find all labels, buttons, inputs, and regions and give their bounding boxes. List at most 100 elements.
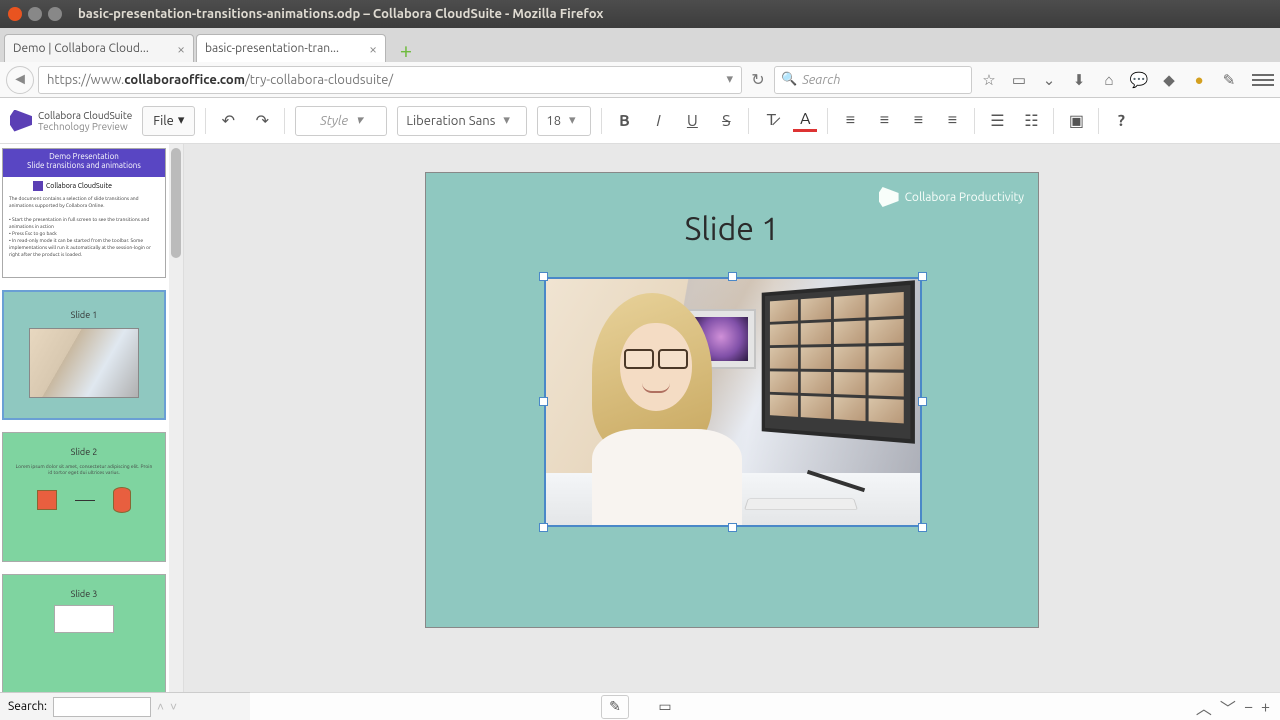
bullet-list-button[interactable]: ☰: [985, 109, 1009, 133]
font-size-combo[interactable]: 18 ▾: [537, 106, 591, 136]
clear-format-button[interactable]: T̷: [759, 109, 783, 133]
main-area: Demo Presentation Slide transitions and …: [0, 144, 1280, 692]
addon3-icon[interactable]: ✎: [1220, 71, 1238, 89]
pocket-icon[interactable]: ⌄: [1040, 71, 1058, 89]
slide-thumbnail-3[interactable]: Slide 2 Lorem ipsum dolor sit amet, cons…: [2, 432, 166, 562]
thumb4-image: [54, 605, 114, 633]
bold-button[interactable]: B: [612, 109, 636, 133]
address-bar[interactable]: https://www.collaboraoffice.com/try-coll…: [38, 66, 742, 94]
chevron-down-icon: ▾: [503, 113, 510, 128]
separator: [974, 108, 975, 134]
window-maximize-button[interactable]: [48, 7, 62, 21]
slide-canvas[interactable]: Collabora Productivity Slide 1: [184, 144, 1280, 692]
url-host: collaboraoffice.com: [124, 73, 245, 87]
find-next-button[interactable]: ˅: [170, 700, 177, 714]
chevron-down-icon: ▾: [178, 113, 185, 128]
separator: [1098, 108, 1099, 134]
find-input[interactable]: [53, 697, 151, 717]
slide-thumbnail-4[interactable]: Slide 3: [2, 574, 166, 692]
chevron-down-icon: ▾: [356, 113, 363, 128]
resize-handle-s[interactable]: [728, 523, 737, 532]
resize-handle-w[interactable]: [539, 397, 548, 406]
style-combo[interactable]: Style ▾: [295, 106, 387, 136]
new-tab-button[interactable]: +: [394, 38, 418, 62]
tab-label: basic-presentation-tran...: [205, 42, 363, 55]
zoom-in-button[interactable]: +: [1261, 698, 1270, 716]
separator: [827, 108, 828, 134]
close-tab-icon[interactable]: ×: [369, 41, 377, 57]
scroll-down-button[interactable]: ﹀: [1220, 695, 1236, 719]
url-dropdown-icon[interactable]: ▾: [726, 72, 733, 87]
resize-handle-ne[interactable]: [918, 272, 927, 281]
image-content: [544, 277, 922, 527]
presentation-button[interactable]: ▭: [651, 695, 679, 719]
window-close-button[interactable]: [8, 7, 22, 21]
file-menu-button[interactable]: File ▾: [142, 106, 195, 136]
thumb2-image: [29, 328, 139, 398]
edit-mode-button[interactable]: ✎: [601, 695, 629, 719]
zoom-out-button[interactable]: −: [1244, 698, 1253, 716]
thumb2-title: Slide 1: [71, 310, 98, 320]
reload-button[interactable]: ↻: [746, 70, 770, 89]
scroll-up-button[interactable]: ︿: [1196, 695, 1212, 719]
slide-thumbnail-1[interactable]: Demo Presentation Slide transitions and …: [2, 148, 166, 278]
slide-panel-scrollbar[interactable]: [169, 144, 183, 692]
search-box[interactable]: 🔍 Search: [774, 66, 972, 94]
number-list-button[interactable]: ☷: [1019, 109, 1043, 133]
underline-button[interactable]: U: [680, 109, 704, 133]
font-color-button[interactable]: A: [793, 110, 817, 132]
align-center-button[interactable]: ≡: [872, 109, 896, 133]
logo-text-top: Collabora CloudSuite: [38, 110, 132, 121]
help-button[interactable]: ?: [1109, 109, 1133, 133]
chevron-down-icon: ▾: [569, 113, 576, 128]
strikethrough-button[interactable]: S: [714, 109, 738, 133]
separator: [284, 108, 285, 134]
slide-title: Slide 1: [426, 211, 1038, 247]
window-title: basic-presentation-transitions-animation…: [78, 7, 603, 21]
chat-icon[interactable]: 💬: [1130, 71, 1148, 89]
browser-tab-presentation[interactable]: basic-presentation-tran... ×: [196, 34, 386, 62]
selected-image[interactable]: [544, 277, 922, 527]
addon1-icon[interactable]: ◆: [1160, 71, 1178, 89]
resize-handle-e[interactable]: [918, 397, 927, 406]
app-toolbar: Collabora CloudSuite Technology Preview …: [0, 98, 1280, 144]
slide-panel: Demo Presentation Slide transitions and …: [0, 144, 184, 692]
brand-icon: [879, 187, 899, 207]
window-minimize-button[interactable]: [28, 7, 42, 21]
undo-button[interactable]: ↶: [216, 109, 240, 133]
italic-button[interactable]: I: [646, 109, 670, 133]
window-titlebar: basic-presentation-transitions-animation…: [0, 0, 1280, 28]
resize-handle-sw[interactable]: [539, 523, 548, 532]
url-prefix: https://www.: [47, 73, 124, 87]
thumb3-text: Lorem ipsum dolor sit amet, consectetur …: [13, 463, 155, 475]
menu-button[interactable]: [1252, 74, 1274, 86]
slide-thumbnail-2[interactable]: Slide 1: [2, 290, 166, 420]
align-justify-button[interactable]: ≡: [940, 109, 964, 133]
separator: [601, 108, 602, 134]
addon2-icon[interactable]: ●: [1190, 71, 1208, 89]
downloads-icon[interactable]: ⬇: [1070, 71, 1088, 89]
home-icon[interactable]: ⌂: [1100, 71, 1118, 89]
font-size-value: 18: [546, 114, 561, 128]
separator: [205, 108, 206, 134]
close-tab-icon[interactable]: ×: [177, 41, 185, 57]
resize-handle-se[interactable]: [918, 523, 927, 532]
back-button[interactable]: ◄: [6, 66, 34, 94]
browser-toolbar: ◄ https://www.collaboraoffice.com/try-co…: [0, 62, 1280, 98]
browser-tab-demo[interactable]: Demo | Collabora Cloud... ×: [4, 34, 194, 62]
resize-handle-nw[interactable]: [539, 272, 548, 281]
font-family-combo[interactable]: Liberation Sans ▾: [397, 106, 527, 136]
align-left-button[interactable]: ≡: [838, 109, 862, 133]
align-right-button[interactable]: ≡: [906, 109, 930, 133]
redo-button[interactable]: ↷: [250, 109, 274, 133]
insert-image-button[interactable]: ▣: [1064, 109, 1088, 133]
separator: [1053, 108, 1054, 134]
search-placeholder: Search: [802, 73, 840, 87]
resize-handle-n[interactable]: [728, 272, 737, 281]
thumb3-title: Slide 2: [71, 447, 98, 457]
find-prev-button[interactable]: ˄: [157, 700, 164, 714]
reader-icon[interactable]: ▭: [1010, 71, 1028, 89]
bookmark-star-icon[interactable]: ☆: [980, 71, 998, 89]
thumb1-header: Demo Presentation Slide transitions and …: [3, 149, 165, 177]
current-slide: Collabora Productivity Slide 1: [425, 172, 1039, 628]
